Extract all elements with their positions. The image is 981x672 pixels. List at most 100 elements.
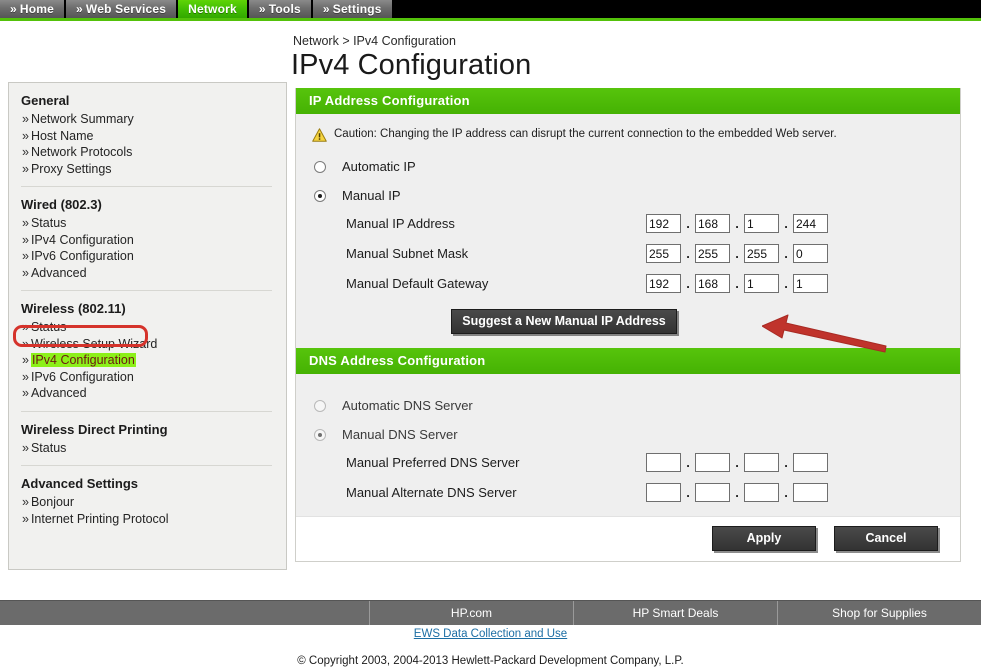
bullet-icon: » bbox=[22, 216, 29, 230]
manual-default-gateway-octets: . . . bbox=[646, 274, 828, 293]
octet-separator: . bbox=[779, 246, 793, 261]
manual-preferred-dns-octet-2[interactable] bbox=[695, 453, 730, 472]
sidebar-item-label: Bonjour bbox=[31, 495, 74, 509]
bullet-icon: » bbox=[22, 512, 29, 526]
manual-subnet-mask-octet-3[interactable] bbox=[744, 244, 779, 263]
sidebar-item-wired-ipv4-configuration[interactable]: »IPv4 Configuration bbox=[21, 232, 286, 249]
octet-separator: . bbox=[681, 455, 695, 470]
sidebar-item-wireless-advanced[interactable]: »Advanced bbox=[21, 385, 286, 402]
tab-settings-label: Settings bbox=[333, 2, 382, 16]
automatic-ip-radio[interactable] bbox=[314, 161, 326, 173]
manual-alternate-dns-octet-1[interactable] bbox=[646, 483, 681, 502]
bullet-icon: » bbox=[22, 370, 29, 384]
manual-alternate-dns-octet-3[interactable] bbox=[744, 483, 779, 502]
manual-alternate-dns-octet-4[interactable] bbox=[793, 483, 828, 502]
chevron-right-icon: » bbox=[259, 2, 266, 16]
manual-ip-radio-row[interactable]: Manual IP bbox=[296, 188, 960, 203]
manual-dns-server-radio-row[interactable]: Manual DNS Server bbox=[296, 427, 960, 442]
sidebar-item-host-name[interactable]: »Host Name bbox=[21, 128, 286, 145]
sidebar-item-internet-printing-protocol[interactable]: »Internet Printing Protocol bbox=[21, 511, 286, 528]
manual-subnet-mask-row: Manual Subnet Mask . . . bbox=[296, 244, 960, 263]
top-navigation-bar: » Home » Web Services Network » Tools » … bbox=[0, 0, 981, 18]
octet-separator: . bbox=[730, 485, 744, 500]
chevron-right-icon: » bbox=[323, 2, 330, 16]
sidebar-item-wired-advanced[interactable]: »Advanced bbox=[21, 265, 286, 282]
manual-preferred-dns-octet-3[interactable] bbox=[744, 453, 779, 472]
octet-separator: . bbox=[730, 246, 744, 261]
sidebar-item-label: IPv6 Configuration bbox=[31, 370, 134, 384]
manual-dns-server-radio[interactable] bbox=[314, 429, 326, 441]
manual-default-gateway-octet-4[interactable] bbox=[793, 274, 828, 293]
footer-link-bar: HP.com HP Smart Deals Shop for Supplies bbox=[0, 600, 981, 625]
manual-default-gateway-row: Manual Default Gateway . . . bbox=[296, 274, 960, 293]
sidebar-item-wired-ipv6-configuration[interactable]: »IPv6 Configuration bbox=[21, 248, 286, 265]
sidebar-item-label: Advanced bbox=[31, 386, 87, 400]
manual-ip-address-octet-1[interactable] bbox=[646, 214, 681, 233]
tab-settings[interactable]: » Settings bbox=[313, 0, 394, 18]
footer-link-hp-smart-deals[interactable]: HP Smart Deals bbox=[573, 601, 777, 625]
sidebar-item-wireless-ipv6-configuration[interactable]: »IPv6 Configuration bbox=[21, 369, 286, 386]
tab-home[interactable]: » Home bbox=[0, 0, 66, 18]
manual-ip-radio[interactable] bbox=[314, 190, 326, 202]
page-title: IPv4 Configuration bbox=[291, 49, 531, 82]
sidebar-group-wired: Wired (802.3) »Status »IPv4 Configuratio… bbox=[21, 196, 286, 281]
manual-default-gateway-octet-1[interactable] bbox=[646, 274, 681, 293]
manual-alternate-dns-server-octets: . . . bbox=[646, 483, 828, 502]
manual-preferred-dns-server-label: Manual Preferred DNS Server bbox=[346, 455, 646, 470]
manual-ip-address-octet-2[interactable] bbox=[695, 214, 730, 233]
automatic-ip-radio-row[interactable]: Automatic IP bbox=[296, 159, 960, 174]
sidebar-item-proxy-settings[interactable]: »Proxy Settings bbox=[21, 161, 286, 178]
manual-ip-label: Manual IP bbox=[342, 188, 401, 203]
sidebar-item-network-summary[interactable]: »Network Summary bbox=[21, 111, 286, 128]
footer-link-shop-for-supplies[interactable]: Shop for Supplies bbox=[777, 601, 981, 625]
automatic-dns-server-radio[interactable] bbox=[314, 400, 326, 412]
automatic-dns-server-radio-row[interactable]: Automatic DNS Server bbox=[296, 398, 960, 413]
tab-web-services[interactable]: » Web Services bbox=[66, 0, 178, 18]
manual-subnet-mask-octets: . . . bbox=[646, 244, 828, 263]
manual-preferred-dns-octet-1[interactable] bbox=[646, 453, 681, 472]
ews-data-collection-link[interactable]: EWS Data Collection and Use bbox=[0, 628, 981, 640]
tab-network[interactable]: Network bbox=[178, 0, 249, 18]
warning-triangle-icon bbox=[312, 128, 327, 145]
manual-ip-address-octet-4[interactable] bbox=[793, 214, 828, 233]
sidebar-item-wireless-direct-status[interactable]: »Status bbox=[21, 440, 286, 457]
ip-address-configuration-body: Caution: Changing the IP address can dis… bbox=[296, 114, 960, 348]
manual-alternate-dns-octet-2[interactable] bbox=[695, 483, 730, 502]
caution-message: Caution: Changing the IP address can dis… bbox=[296, 124, 960, 145]
manual-subnet-mask-octet-1[interactable] bbox=[646, 244, 681, 263]
manual-ip-address-octet-3[interactable] bbox=[744, 214, 779, 233]
footer-link-hp-com[interactable]: HP.com bbox=[369, 601, 573, 625]
sidebar-item-bonjour[interactable]: »Bonjour bbox=[21, 494, 286, 511]
sidebar-item-wired-status[interactable]: »Status bbox=[21, 215, 286, 232]
manual-preferred-dns-octet-4[interactable] bbox=[793, 453, 828, 472]
octet-separator: . bbox=[730, 216, 744, 231]
sidebar-item-label: Network Summary bbox=[31, 112, 134, 126]
octet-separator: . bbox=[779, 455, 793, 470]
bullet-icon: » bbox=[22, 386, 29, 400]
footer-spacer bbox=[0, 601, 369, 625]
dns-address-configuration-body: Automatic DNS Server Manual DNS Server M… bbox=[296, 374, 960, 516]
manual-subnet-mask-label: Manual Subnet Mask bbox=[346, 246, 646, 261]
bullet-icon: » bbox=[22, 337, 29, 351]
octet-separator: . bbox=[730, 276, 744, 291]
manual-subnet-mask-octet-2[interactable] bbox=[695, 244, 730, 263]
sidebar-item-wireless-ipv4-configuration[interactable]: »IPv4 Configuration bbox=[21, 352, 286, 369]
tab-tools[interactable]: » Tools bbox=[249, 0, 313, 18]
sidebar-group-advanced-settings: Advanced Settings »Bonjour »Internet Pri… bbox=[21, 475, 286, 527]
suggest-a-new-manual-ip-address-button[interactable]: Suggest a New Manual IP Address bbox=[451, 309, 677, 334]
cancel-button[interactable]: Cancel bbox=[834, 526, 938, 551]
sidebar-item-label: IPv4 Configuration bbox=[31, 353, 136, 367]
sidebar: General »Network Summary »Host Name »Net… bbox=[8, 82, 287, 570]
sidebar-item-wireless-setup-wizard[interactable]: »Wireless Setup Wizard bbox=[21, 336, 286, 353]
sidebar-group-wireless: Wireless (802.11) »Status »Wireless Setu… bbox=[21, 300, 286, 402]
dns-address-configuration-heading: DNS Address Configuration bbox=[296, 348, 960, 374]
octet-separator: . bbox=[681, 276, 695, 291]
apply-button[interactable]: Apply bbox=[712, 526, 816, 551]
manual-dns-server-label: Manual DNS Server bbox=[342, 427, 458, 442]
sidebar-item-wireless-status[interactable]: »Status bbox=[21, 319, 286, 336]
manual-subnet-mask-octet-4[interactable] bbox=[793, 244, 828, 263]
sidebar-item-network-protocols[interactable]: »Network Protocols bbox=[21, 144, 286, 161]
header-accent-line bbox=[0, 18, 981, 21]
manual-default-gateway-octet-3[interactable] bbox=[744, 274, 779, 293]
manual-default-gateway-octet-2[interactable] bbox=[695, 274, 730, 293]
